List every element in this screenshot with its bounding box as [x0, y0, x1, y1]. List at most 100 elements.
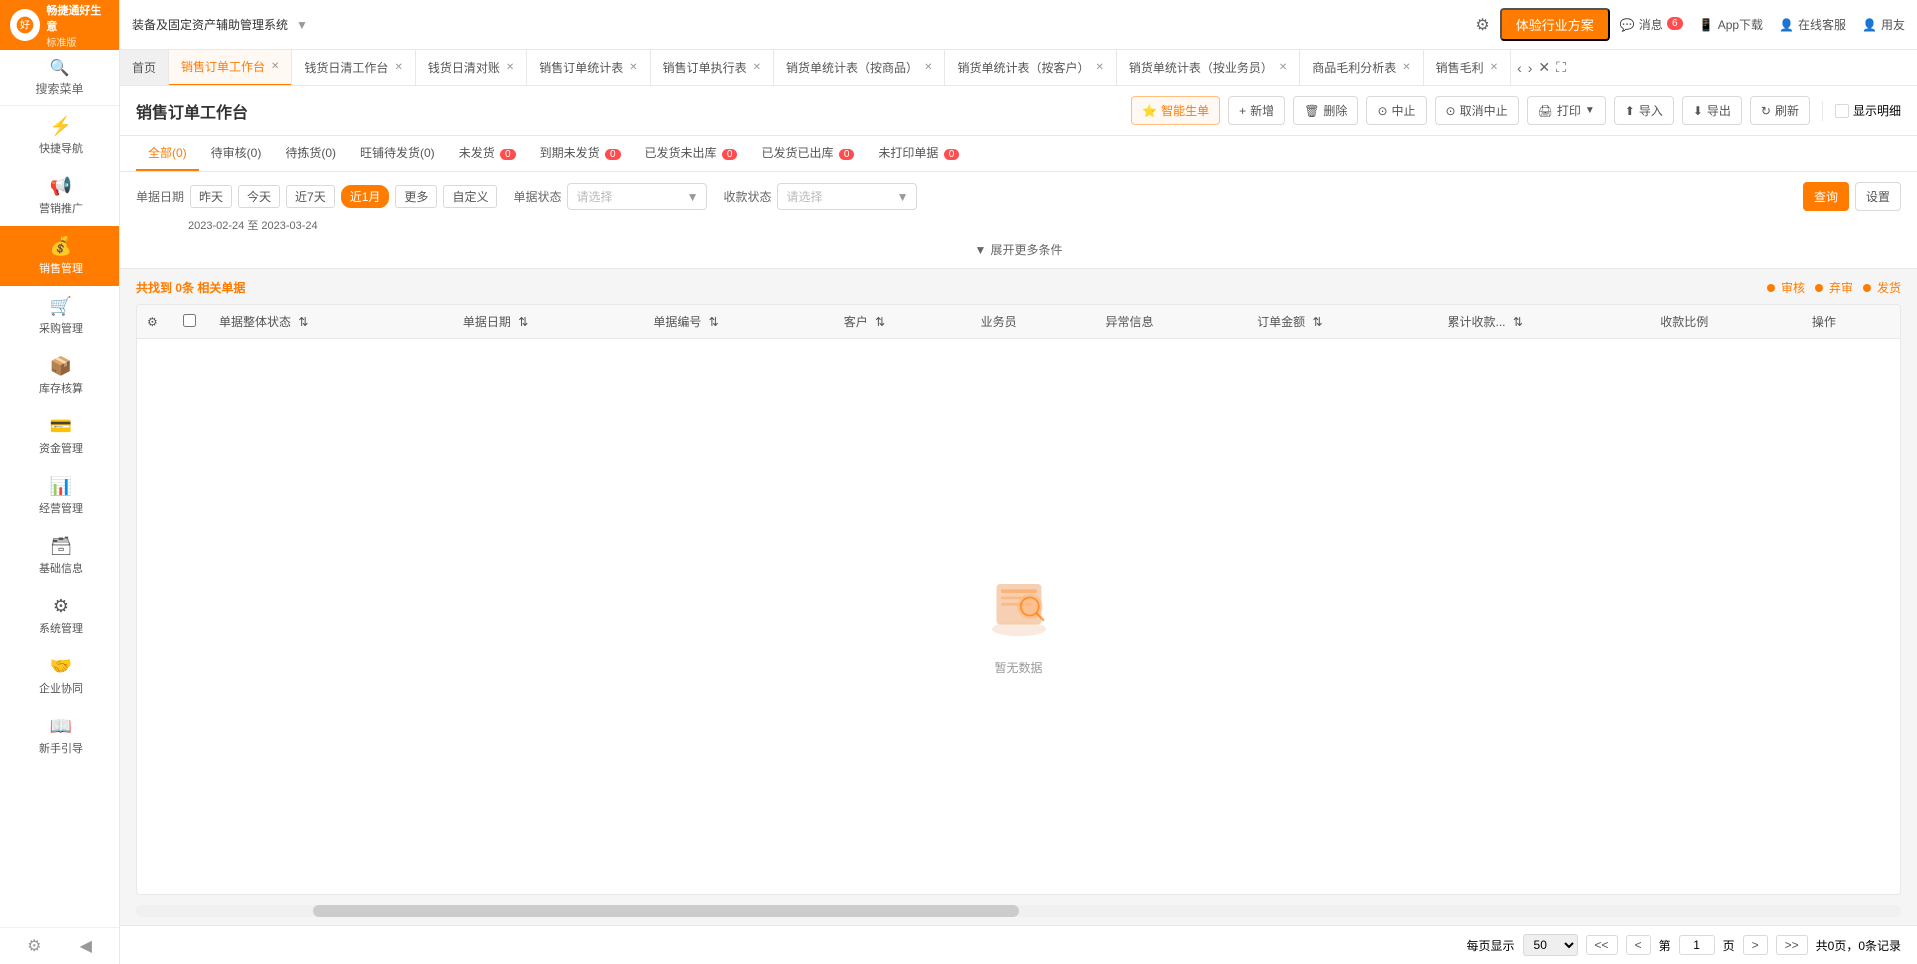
- filter-settings-button[interactable]: 设置: [1855, 182, 1901, 211]
- subtab-shipped-not-out[interactable]: 已发货未出库 0: [633, 136, 750, 171]
- page-number-input[interactable]: [1679, 935, 1715, 955]
- message-btn[interactable]: 💬 消息 6: [1620, 16, 1683, 33]
- prev-page-btn[interactable]: <: [1626, 935, 1651, 955]
- tab-sales-sum-product[interactable]: 销货单统计表（按商品） ✕: [774, 50, 945, 86]
- industry-solution-button[interactable]: 体验行业方案: [1500, 8, 1610, 41]
- nav-item-guide[interactable]: 📖 新手引导: [0, 706, 119, 766]
- tab-product-profit[interactable]: 商品毛利分析表 ✕: [1300, 50, 1423, 86]
- subtab-shipped-out[interactable]: 已发货已出库 0: [749, 136, 866, 171]
- delete-button[interactable]: 🗑 删除: [1293, 96, 1358, 125]
- status-sort[interactable]: ⇅: [298, 315, 308, 329]
- table-bulk-actions: 审核 弃审 发货: [1767, 279, 1901, 296]
- user-menu-btn[interactable]: 👤 用友: [1862, 16, 1905, 33]
- date-yesterday[interactable]: 昨天: [190, 185, 232, 208]
- nav-item-quick[interactable]: ⚡ 快捷导航: [0, 106, 119, 166]
- tab-sum-customer-close[interactable]: ✕: [1095, 62, 1103, 73]
- add-button[interactable]: + 新增: [1228, 96, 1285, 125]
- page-size-select[interactable]: 10 20 50 100: [1523, 934, 1578, 956]
- tab-sales-exec[interactable]: 销售订单执行表 ✕: [651, 50, 774, 86]
- pause-button[interactable]: ⊙ 中止: [1366, 96, 1426, 125]
- tab-cash-daily-close[interactable]: ✕: [394, 62, 402, 73]
- tab-profit-close[interactable]: ✕: [1402, 62, 1410, 73]
- last-page-btn[interactable]: >>: [1776, 935, 1808, 955]
- tab-sum-staff-close[interactable]: ✕: [1279, 62, 1287, 73]
- settings-bottom-btn[interactable]: ⚙: [27, 936, 41, 956]
- print-button[interactable]: 🖨 打印 ▼: [1527, 96, 1606, 125]
- tab-sales-more[interactable]: 销售毛利 ✕: [1424, 50, 1511, 86]
- first-page-btn[interactable]: <<: [1586, 935, 1618, 955]
- tab-sales-sum-staff[interactable]: 销货单统计表（按业务员） ✕: [1117, 50, 1300, 86]
- tab-sales-stat-close[interactable]: ✕: [629, 62, 637, 73]
- tab-sales-exec-close[interactable]: ✕: [753, 62, 761, 73]
- subtab-wangpu[interactable]: 旺铺待发货(0): [348, 136, 447, 171]
- refresh-button[interactable]: ↻ 刷新: [1750, 96, 1810, 125]
- subtab-all[interactable]: 全部(0): [136, 136, 199, 171]
- app-download-btn[interactable]: 📱 App下载: [1699, 16, 1763, 33]
- nav-item-sales[interactable]: 💰 销售管理: [0, 226, 119, 286]
- query-button[interactable]: 查询: [1803, 182, 1849, 211]
- tab-fullscreen[interactable]: ⛶: [1554, 57, 1568, 78]
- subtab-overdue[interactable]: 到期未发货 0: [528, 136, 633, 171]
- horizontal-scrollbar[interactable]: [136, 905, 1901, 917]
- tab-cash-daily[interactable]: 钱货日清工作台 ✕: [292, 50, 415, 86]
- subtab-not-printed[interactable]: 未打印单据 0: [866, 136, 971, 171]
- cancel-pause-button[interactable]: ⊙ 取消中止: [1435, 96, 1519, 125]
- shipped-out-badge: 0: [839, 149, 855, 160]
- date-last1m[interactable]: 近1月: [341, 185, 390, 208]
- nav-item-inventory[interactable]: 📦 库存核算: [0, 346, 119, 406]
- export-button[interactable]: ⬇ 导出: [1682, 96, 1742, 125]
- date-last7[interactable]: 近7天: [286, 185, 335, 208]
- nav-item-marketing[interactable]: 📢 营销推广: [0, 166, 119, 226]
- nav-item-finance[interactable]: 💳 资金管理: [0, 406, 119, 466]
- topbar-settings-icon[interactable]: ⚙: [1475, 15, 1489, 35]
- amount-sort[interactable]: ⇅: [1312, 315, 1322, 329]
- tab-cash-reconcile[interactable]: 钱货日清对账 ✕: [416, 50, 527, 86]
- subtab-pending-review[interactable]: 待审核(0): [199, 136, 274, 171]
- date-sort[interactable]: ⇅: [518, 315, 528, 329]
- expand-filter-btn[interactable]: ▼ 展开更多条件: [975, 241, 1063, 258]
- tab-cash-reconcile-close[interactable]: ✕: [506, 62, 514, 73]
- tab-close-all[interactable]: ✕: [1536, 57, 1552, 78]
- tab-sales-stat[interactable]: 销售订单统计表 ✕: [527, 50, 650, 86]
- next-page-btn[interactable]: >: [1743, 935, 1768, 955]
- customer-sort[interactable]: ⇅: [875, 315, 885, 329]
- online-service-btn[interactable]: 👤 在线客服: [1779, 16, 1846, 33]
- nav-label-operation: 经营管理: [39, 500, 83, 516]
- nav-item-purchase[interactable]: 🛒 采购管理: [0, 286, 119, 346]
- col-checkbox[interactable]: [173, 305, 209, 339]
- subtab-not-shipped[interactable]: 未发货 0: [447, 136, 528, 171]
- collapse-btn[interactable]: ◀: [80, 936, 92, 956]
- date-more[interactable]: 更多: [395, 185, 437, 208]
- number-sort[interactable]: ⇅: [709, 315, 719, 329]
- tab-scroll-left[interactable]: ‹: [1515, 58, 1524, 78]
- import-button[interactable]: ⬆ 导入: [1614, 96, 1674, 125]
- smart-generate-button[interactable]: ⭐ 智能生单: [1131, 96, 1220, 125]
- date-today[interactable]: 今天: [238, 185, 280, 208]
- scrollbar-thumb[interactable]: [313, 905, 1019, 917]
- status-select[interactable]: 请选择 ▼: [567, 183, 707, 210]
- tab-sales-sum-customer[interactable]: 销货单统计表（按客户） ✕: [945, 50, 1116, 86]
- nav-item-operation[interactable]: 📊 经营管理: [0, 466, 119, 526]
- tab-sum-product-close[interactable]: ✕: [924, 62, 932, 73]
- show-detail-checkbox[interactable]: [1835, 104, 1849, 118]
- payment-select[interactable]: 请选择 ▼: [777, 183, 917, 210]
- col-settings[interactable]: ⚙: [137, 305, 173, 339]
- tab-more-close[interactable]: ✕: [1490, 62, 1498, 73]
- collected-sort[interactable]: ⇅: [1513, 315, 1523, 329]
- bulk-cancel-review-btn[interactable]: 弃审: [1815, 279, 1853, 296]
- subtab-pending-inspect[interactable]: 待拣货(0): [273, 136, 348, 171]
- nav-item-base[interactable]: 🗃 基础信息: [0, 526, 119, 586]
- select-all-checkbox[interactable]: [183, 314, 196, 327]
- bulk-ship-btn[interactable]: 发货: [1863, 279, 1901, 296]
- nav-item-coop[interactable]: 🤝 企业协同: [0, 646, 119, 706]
- bulk-review-btn[interactable]: 审核: [1767, 279, 1805, 296]
- date-custom[interactable]: 自定义: [443, 185, 497, 208]
- ship-dot: [1863, 284, 1871, 292]
- nav-item-system[interactable]: ⚙ 系统管理: [0, 586, 119, 646]
- sidebar-search[interactable]: 🔍 搜索菜单: [0, 50, 119, 106]
- tab-home[interactable]: 首页: [120, 50, 169, 86]
- topbar-dropdown-arrow[interactable]: ▼: [296, 18, 308, 32]
- tab-scroll-right[interactable]: ›: [1526, 58, 1535, 78]
- tab-sales-order[interactable]: 销售订单工作台 ✕: [169, 50, 292, 86]
- tab-sales-order-close[interactable]: ✕: [271, 61, 279, 72]
